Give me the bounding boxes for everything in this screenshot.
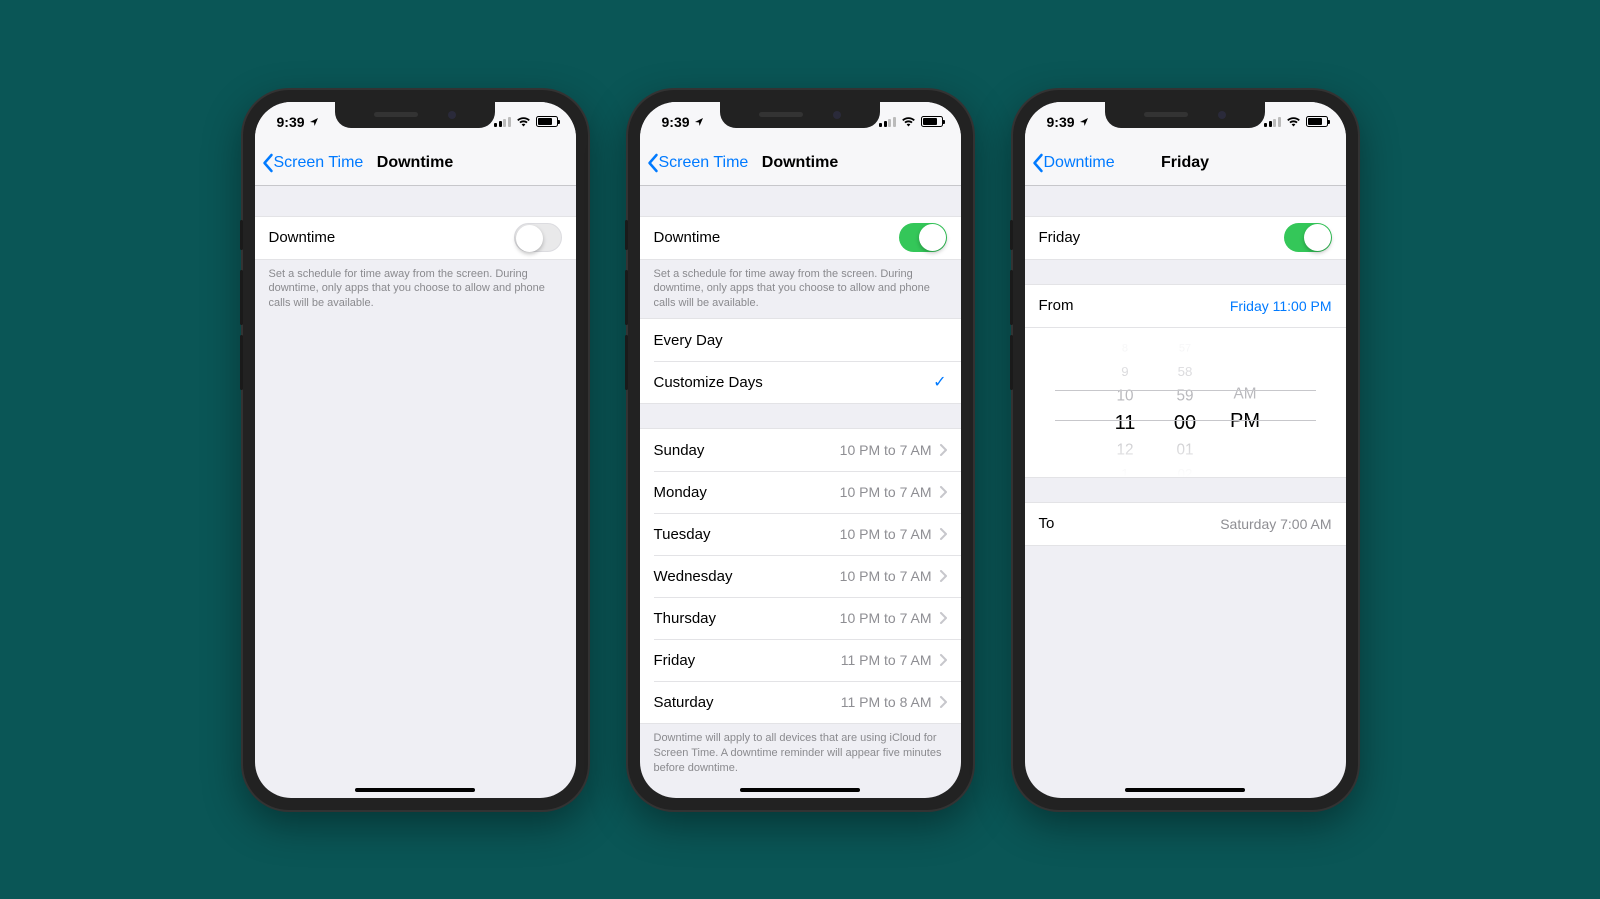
- wifi-icon: [1286, 116, 1301, 128]
- cell-signal-icon: [494, 117, 511, 127]
- downtime-switch[interactable]: [899, 223, 947, 252]
- to-row[interactable]: To Saturday 7:00 AM: [1025, 503, 1346, 545]
- location-icon: [1079, 117, 1089, 127]
- phone-mock-2: 9:39 Screen Time Downtime Downtime: [628, 90, 973, 810]
- day-row[interactable]: Tuesday 10 PM to 7 AM: [640, 513, 961, 555]
- day-range: 10 PM to 7 AM: [840, 568, 932, 584]
- battery-icon: [536, 116, 558, 127]
- nav-bar: Screen Time Downtime: [640, 142, 961, 186]
- day-row[interactable]: Monday 10 PM to 7 AM: [640, 471, 961, 513]
- day-row[interactable]: Saturday 11 PM to 8 AM: [640, 681, 961, 723]
- battery-icon: [921, 116, 943, 127]
- day-label: Friday: [654, 652, 696, 669]
- home-indicator[interactable]: [355, 788, 475, 792]
- downtime-description: Set a schedule for time away from the sc…: [255, 260, 576, 319]
- day-toggle-row[interactable]: Friday: [1025, 217, 1346, 259]
- wifi-icon: [516, 116, 531, 128]
- cell-signal-icon: [879, 117, 896, 127]
- back-label: Downtime: [1044, 154, 1115, 172]
- chevron-left-icon: [261, 153, 274, 173]
- day-label: Wednesday: [654, 568, 733, 585]
- chevron-left-icon: [1031, 153, 1044, 173]
- to-value: Saturday 7:00 AM: [1220, 516, 1331, 532]
- chevron-right-icon: [939, 444, 947, 456]
- location-icon: [309, 117, 319, 127]
- chevron-left-icon: [646, 153, 659, 173]
- customize-days-row[interactable]: Customize Days ✓: [640, 361, 961, 403]
- to-label: To: [1039, 515, 1055, 532]
- day-range: 11 PM to 8 AM: [841, 694, 932, 710]
- downtime-toggle-row[interactable]: Downtime: [255, 217, 576, 259]
- back-button[interactable]: Downtime: [1025, 153, 1115, 173]
- nav-bar: Screen Time Downtime: [255, 142, 576, 186]
- day-range: 10 PM to 7 AM: [840, 526, 932, 542]
- day-range: 10 PM to 7 AM: [840, 610, 932, 626]
- nav-title: Downtime: [762, 154, 838, 172]
- home-indicator[interactable]: [1125, 788, 1245, 792]
- back-button[interactable]: Screen Time: [640, 153, 749, 173]
- downtime-toggle-label: Downtime: [269, 229, 336, 246]
- from-value: Friday 11:00 PM: [1230, 298, 1332, 314]
- status-time: 9:39: [662, 114, 690, 130]
- home-indicator[interactable]: [740, 788, 860, 792]
- from-row[interactable]: From Friday 11:00 PM: [1025, 285, 1346, 327]
- status-time: 9:39: [1047, 114, 1075, 130]
- location-icon: [694, 117, 704, 127]
- downtime-toggle-label: Downtime: [654, 229, 721, 246]
- wifi-icon: [901, 116, 916, 128]
- chevron-right-icon: [939, 654, 947, 666]
- day-row[interactable]: Sunday 10 PM to 7 AM: [640, 429, 961, 471]
- time-picker[interactable]: 8 9 10 11 12 1 2 57 58 59 00 01 02 03: [1025, 328, 1346, 478]
- nav-title: Friday: [1161, 154, 1209, 172]
- day-label: Tuesday: [654, 526, 711, 543]
- downtime-description: Set a schedule for time away from the sc…: [640, 260, 961, 319]
- picker-ampm[interactable]: AM PM: [1215, 328, 1275, 477]
- day-label: Saturday: [654, 694, 714, 711]
- customize-days-label: Customize Days: [654, 374, 763, 391]
- day-range: 10 PM to 7 AM: [840, 484, 932, 500]
- day-row[interactable]: Friday 11 PM to 7 AM: [640, 639, 961, 681]
- day-label: Monday: [654, 484, 707, 501]
- day-label: Sunday: [654, 442, 705, 459]
- notch: [720, 102, 880, 128]
- chevron-right-icon: [939, 696, 947, 708]
- checkmark-icon: ✓: [933, 372, 946, 392]
- phone-mock-3: 9:39 Downtime Friday Friday: [1013, 90, 1358, 810]
- every-day-label: Every Day: [654, 332, 723, 349]
- chevron-right-icon: [939, 486, 947, 498]
- phone-mock-1: 9:39 Screen Time Downtime: [243, 90, 588, 810]
- notch: [335, 102, 495, 128]
- back-label: Screen Time: [274, 154, 364, 172]
- day-range: 11 PM to 7 AM: [841, 652, 932, 668]
- every-day-row[interactable]: Every Day: [640, 319, 961, 361]
- chevron-right-icon: [939, 612, 947, 624]
- picker-minutes[interactable]: 57 58 59 00 01 02 03: [1155, 328, 1215, 477]
- downtime-toggle-row[interactable]: Downtime: [640, 217, 961, 259]
- picker-hours[interactable]: 8 9 10 11 12 1 2: [1095, 328, 1155, 477]
- day-range: 10 PM to 7 AM: [840, 442, 932, 458]
- battery-icon: [1306, 116, 1328, 127]
- notch: [1105, 102, 1265, 128]
- downtime-switch[interactable]: [514, 223, 562, 252]
- from-label: From: [1039, 297, 1074, 314]
- day-row[interactable]: Wednesday 10 PM to 7 AM: [640, 555, 961, 597]
- back-button[interactable]: Screen Time: [255, 153, 364, 173]
- day-switch[interactable]: [1284, 223, 1332, 252]
- chevron-right-icon: [939, 570, 947, 582]
- days-group: Sunday 10 PM to 7 AM Monday 10 PM to 7 A…: [640, 428, 961, 724]
- nav-title: Downtime: [377, 154, 453, 172]
- day-label: Thursday: [654, 610, 717, 627]
- day-toggle-label: Friday: [1039, 229, 1081, 246]
- icloud-footer: Downtime will apply to all devices that …: [640, 724, 961, 783]
- cell-signal-icon: [1264, 117, 1281, 127]
- chevron-right-icon: [939, 528, 947, 540]
- nav-bar: Downtime Friday: [1025, 142, 1346, 186]
- day-row[interactable]: Thursday 10 PM to 7 AM: [640, 597, 961, 639]
- status-time: 9:39: [277, 114, 305, 130]
- back-label: Screen Time: [659, 154, 749, 172]
